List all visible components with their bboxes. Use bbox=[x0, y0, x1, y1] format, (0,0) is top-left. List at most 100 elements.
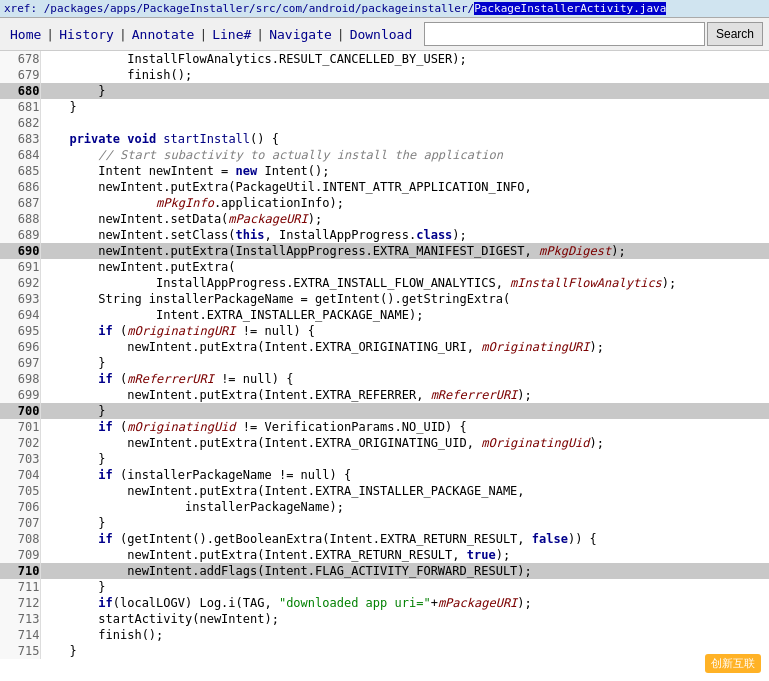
table-row: 706 installerPackageName); bbox=[0, 499, 769, 515]
line-number: 685 bbox=[0, 163, 40, 179]
line-number: 695 bbox=[0, 323, 40, 339]
table-row: 696 newIntent.putExtra(Intent.EXTRA_ORIG… bbox=[0, 339, 769, 355]
code-token: mInstallFlowAnalytics bbox=[510, 276, 662, 290]
line-number: 686 bbox=[0, 179, 40, 195]
line-code: Intent newIntent = new Intent(); bbox=[40, 163, 769, 179]
code-token: (installerPackageName != null) { bbox=[113, 468, 351, 482]
code-token: ( bbox=[113, 420, 127, 434]
code-token: ); bbox=[590, 436, 604, 450]
nav-download[interactable]: Download bbox=[346, 25, 417, 44]
nav-home[interactable]: Home bbox=[6, 25, 45, 44]
code-token: class bbox=[416, 228, 452, 242]
code-token: } bbox=[41, 580, 106, 594]
code-token: if bbox=[98, 596, 112, 610]
code-token: != null) { bbox=[214, 372, 293, 386]
code-token bbox=[41, 132, 70, 146]
code-token: new bbox=[236, 164, 258, 178]
code-token: ); bbox=[611, 244, 625, 258]
line-number: 692 bbox=[0, 275, 40, 291]
line-code: // Start subactivity to actually install… bbox=[40, 147, 769, 163]
table-row: 682 bbox=[0, 115, 769, 131]
nav-line[interactable]: Line# bbox=[208, 25, 255, 44]
table-row: 690 newIntent.putExtra(InstallAppProgres… bbox=[0, 243, 769, 259]
line-number: 707 bbox=[0, 515, 40, 531]
nav-sep-2: | bbox=[118, 27, 128, 42]
code-area: 678 InstallFlowAnalytics.RESULT_CANCELLE… bbox=[0, 51, 769, 659]
code-token: newIntent.putExtra(Intent.EXTRA_ORIGINAT… bbox=[41, 436, 482, 450]
line-code: } bbox=[40, 643, 769, 659]
line-number: 690 bbox=[0, 243, 40, 259]
code-token: finish(); bbox=[41, 68, 193, 82]
nav-navigate[interactable]: Navigate bbox=[265, 25, 336, 44]
code-token: )) { bbox=[568, 532, 597, 546]
search-button[interactable]: Search bbox=[707, 22, 763, 46]
line-code: newIntent.putExtra(Intent.EXTRA_RETURN_R… bbox=[40, 547, 769, 563]
code-token: } bbox=[41, 452, 106, 466]
line-number: 697 bbox=[0, 355, 40, 371]
code-token: true bbox=[467, 548, 496, 562]
line-number: 703 bbox=[0, 451, 40, 467]
table-row: 683 private void startInstall() { bbox=[0, 131, 769, 147]
code-token: (getIntent().getBooleanExtra(Intent.EXTR… bbox=[113, 532, 532, 546]
table-row: 681 } bbox=[0, 99, 769, 115]
table-row: 714 finish(); bbox=[0, 627, 769, 643]
code-token: + bbox=[431, 596, 438, 610]
line-code: if(localLOGV) Log.i(TAG, "downloaded app… bbox=[40, 595, 769, 611]
search-input[interactable] bbox=[424, 22, 705, 46]
code-token: mReferrerURI bbox=[431, 388, 518, 402]
code-token: mPackageURI bbox=[438, 596, 517, 610]
code-token: InstallFlowAnalytics.RESULT_CANCELLED_BY… bbox=[41, 52, 467, 66]
line-code: newIntent.putExtra(PackageUtil.INTENT_AT… bbox=[40, 179, 769, 195]
line-number: 708 bbox=[0, 531, 40, 547]
code-token: } bbox=[41, 100, 77, 114]
code-token: newIntent.setData( bbox=[41, 212, 229, 226]
code-token: () { bbox=[250, 132, 279, 146]
line-number: 693 bbox=[0, 291, 40, 307]
code-token: if bbox=[98, 420, 112, 434]
line-code: newIntent.putExtra(Intent.EXTRA_REFERRER… bbox=[40, 387, 769, 403]
table-row: 704 if (installerPackageName != null) { bbox=[0, 467, 769, 483]
breadcrumb-prefix: xref: /packages/apps/PackageInstaller/sr… bbox=[4, 2, 474, 15]
table-row: 691 newIntent.putExtra( bbox=[0, 259, 769, 275]
code-token: , InstallAppProgress. bbox=[264, 228, 416, 242]
code-token: newIntent.putExtra(InstallAppProgress.EX… bbox=[41, 244, 540, 258]
nav-bar: Home | History | Annotate | Line# | Navi… bbox=[0, 18, 769, 51]
line-code: } bbox=[40, 403, 769, 419]
code-token: mPkgInfo bbox=[156, 196, 214, 210]
line-code: if (getIntent().getBooleanExtra(Intent.E… bbox=[40, 531, 769, 547]
line-code: finish(); bbox=[40, 67, 769, 83]
table-row: 680 } bbox=[0, 83, 769, 99]
code-token: Intent newIntent = bbox=[41, 164, 236, 178]
code-token bbox=[41, 324, 99, 338]
nav-history[interactable]: History bbox=[55, 25, 118, 44]
breadcrumb-highlight: PackageInstallerActivity.java bbox=[474, 2, 666, 15]
table-row: 702 newIntent.putExtra(Intent.EXTRA_ORIG… bbox=[0, 435, 769, 451]
code-token: ( bbox=[113, 372, 127, 386]
nav-annotate[interactable]: Annotate bbox=[128, 25, 199, 44]
line-number: 701 bbox=[0, 419, 40, 435]
line-code: } bbox=[40, 451, 769, 467]
line-code: } bbox=[40, 83, 769, 99]
code-token: newIntent.addFlags(Intent.FLAG_ACTIVITY_… bbox=[41, 564, 532, 578]
code-token: void bbox=[127, 132, 156, 146]
line-number: 694 bbox=[0, 307, 40, 323]
code-token: "downloaded app uri=" bbox=[279, 596, 431, 610]
line-number: 678 bbox=[0, 51, 40, 67]
line-code: newIntent.putExtra(Intent.EXTRA_INSTALLE… bbox=[40, 483, 769, 499]
line-number: 711 bbox=[0, 579, 40, 595]
code-token: ); bbox=[496, 548, 510, 562]
line-number: 713 bbox=[0, 611, 40, 627]
nav-sep-5: | bbox=[336, 27, 346, 42]
line-code: newIntent.putExtra(InstallAppProgress.EX… bbox=[40, 243, 769, 259]
code-token: ); bbox=[452, 228, 466, 242]
code-table: 678 InstallFlowAnalytics.RESULT_CANCELLE… bbox=[0, 51, 769, 659]
code-token: mReferrerURI bbox=[127, 372, 214, 386]
code-token: this bbox=[236, 228, 265, 242]
code-token: } bbox=[41, 84, 106, 98]
code-token: mPkgDigest bbox=[539, 244, 611, 258]
line-number: 679 bbox=[0, 67, 40, 83]
code-token: if bbox=[98, 324, 112, 338]
table-row: 708 if (getIntent().getBooleanExtra(Inte… bbox=[0, 531, 769, 547]
nav-sep-1: | bbox=[45, 27, 55, 42]
line-code: if (installerPackageName != null) { bbox=[40, 467, 769, 483]
